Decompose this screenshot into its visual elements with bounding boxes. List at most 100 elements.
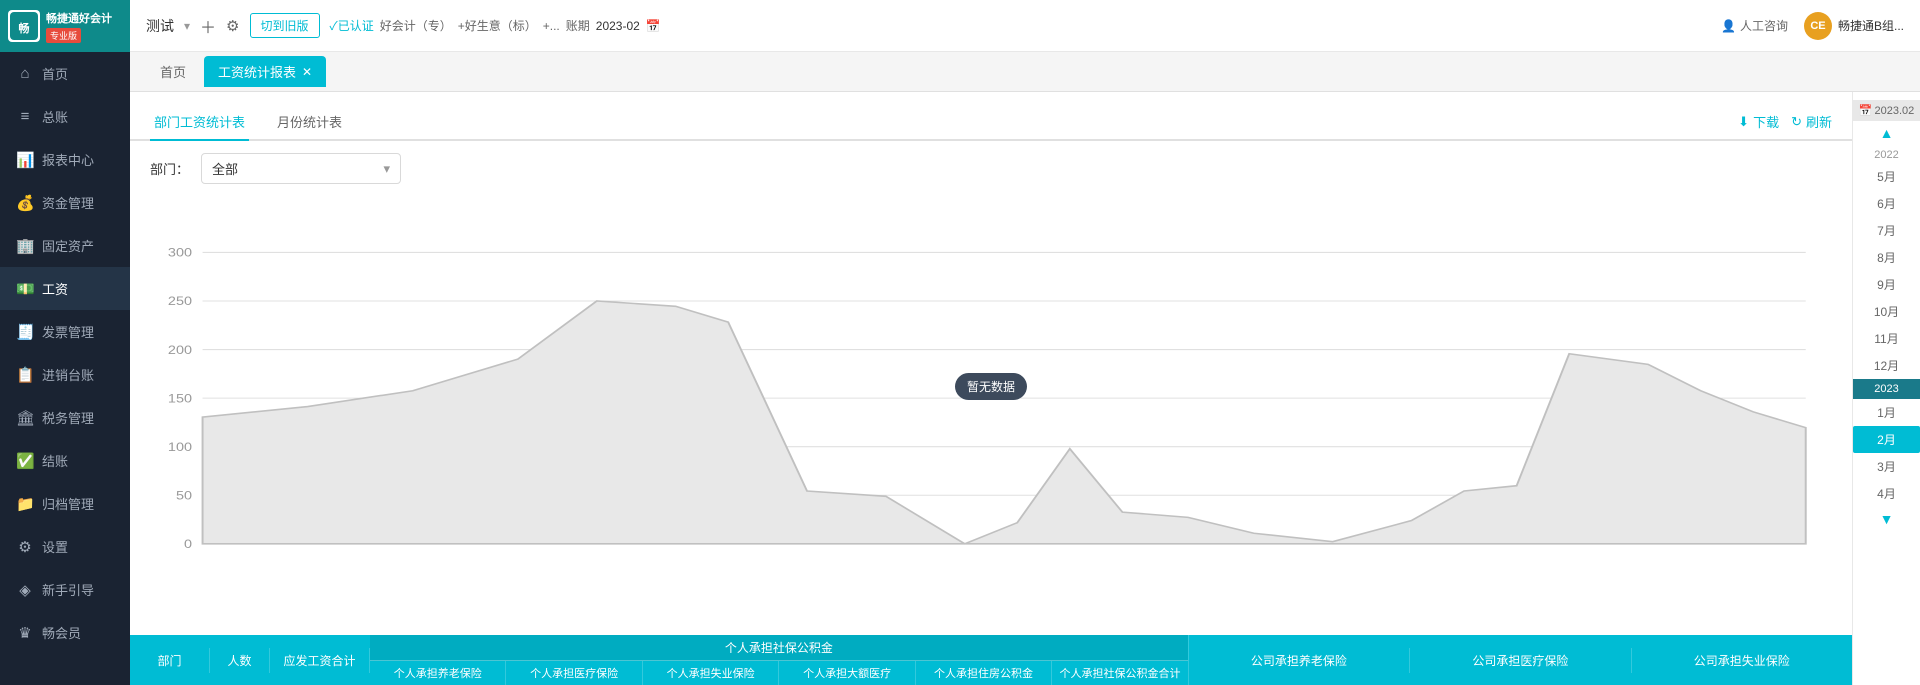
filter-row: 部门： 全部 ▾ [130,141,1852,196]
date-item-mar-2023[interactable]: 3月 [1853,453,1920,480]
reports-icon: 📊 [16,151,34,169]
date-item-jun-2022[interactable]: 6月 [1853,190,1920,217]
sidebar-item-salary[interactable]: 💵 工资 [0,267,130,310]
avatar: CE [1804,12,1832,40]
topbar-right: 👤 人工咨询 CE 畅捷通B组... [1721,12,1904,40]
sub-tab-monthly[interactable]: 月份统计表 [273,104,346,141]
date-item-jan-2023[interactable]: 1月 [1853,399,1920,426]
sub-tab-dept-label: 部门工资统计表 [154,115,245,130]
date-item-jul-2022[interactable]: 7月 [1853,217,1920,244]
member-icon: ♛ [16,624,34,642]
funds-icon: 💰 [16,194,34,212]
more-status: +... [543,19,560,33]
logo-badge: 专业版 [46,28,81,43]
tab-home[interactable]: 首页 [146,56,200,87]
col-personal-major-medical: 个人承担大额医疗 [779,661,915,685]
assets-icon: 🏢 [16,237,34,255]
chart-container: 0 50 100 150 200 250 300 暂无数据 [150,206,1832,586]
col-group-cells: 个人承担养老保险 个人承担医疗保险 个人承担失业保险 个人承担大额医疗 个人承担… [370,661,1188,685]
col-company-unemployment: 公司承担失业保险 [1632,648,1852,673]
sidebar-label-invoice: 发票管理 [42,322,94,341]
col-personal-medical: 个人承担医疗保险 [506,661,642,685]
sub-tab-dept[interactable]: 部门工资统计表 [150,104,249,141]
date-item-nov-2022[interactable]: 11月 [1853,325,1920,352]
refresh-button[interactable]: ↻ 刷新 [1791,112,1832,131]
dept-select[interactable]: 全部 ▾ [201,153,401,184]
refresh-label: 刷新 [1806,112,1832,131]
logo-text-block: 畅捷通好会计 专业版 [46,10,112,43]
user-menu[interactable]: CE 畅捷通B组... [1804,12,1904,40]
tab-bar: 首页 工资统计报表 ✕ [130,52,1920,92]
sidebar-item-funds[interactable]: 💰 资金管理 [0,181,130,224]
date-item-aug-2022[interactable]: 8月 [1853,244,1920,271]
date-nav-up-button[interactable]: ▲ [1853,121,1920,145]
col-personal-total: 个人承担社保公积金合计 [1052,661,1187,685]
date-item-apr-2023[interactable]: 4月 [1853,480,1920,507]
switch-to-old-button[interactable]: 切到旧版 [250,13,320,38]
col-dept: 部门 [130,648,210,673]
svg-text:畅: 畅 [19,21,30,35]
date-item-dec-2022[interactable]: 12月 [1853,352,1920,379]
download-button[interactable]: ⬇ 下载 [1738,112,1779,131]
help-button[interactable]: 👤 人工咨询 [1721,17,1788,34]
col-company-pension: 公司承担养老保险 [1189,648,1410,673]
sidebar-item-sales[interactable]: 📋 进销台账 [0,353,130,396]
user-name: 畅捷通B组... [1838,17,1904,34]
sidebar-item-ledger[interactable]: ≡ 总账 [0,95,130,138]
sidebar-label-member: 畅会员 [42,623,81,642]
date-nav-down-button[interactable]: ▼ [1853,507,1920,531]
sidebar-label-reports: 报表中心 [42,150,94,169]
svg-text:250: 250 [168,295,192,308]
col-company-medical: 公司承担医疗保险 [1410,648,1631,673]
sidebar-label-assets: 固定资产 [42,236,94,255]
logo-title: 畅捷通好会计 [46,10,112,26]
salary-icon: 💵 [16,280,34,298]
year-2022-label: 2022 [1874,145,1898,163]
company-dropdown-arrow[interactable]: ▾ [184,19,190,33]
help-icon: 👤 [1721,19,1736,33]
sidebar-item-guide[interactable]: ◈ 新手引导 [0,568,130,611]
col-personal-housing-fund: 个人承担住房公积金 [916,661,1052,685]
sidebar-label-archive: 归档管理 [42,494,94,513]
dept-filter-label: 部门： [150,159,189,178]
sidebar-label-settle: 结账 [42,451,68,470]
sidebar-item-assets[interactable]: 🏢 固定资产 [0,224,130,267]
sidebar-item-archive[interactable]: 📁 归档管理 [0,482,130,525]
tab-salary-report[interactable]: 工资统计报表 ✕ [204,56,326,87]
calendar-icon[interactable]: 📅 [646,19,661,33]
sidebar-item-settings[interactable]: ⚙ 设置 [0,525,130,568]
tab-close-icon[interactable]: ✕ [302,65,312,79]
sidebar-label-home: 首页 [42,64,68,83]
col-personal-unemployment: 个人承担失业保险 [643,661,779,685]
no-data-tooltip: 暂无数据 [955,373,1027,400]
gear-button[interactable]: ⚙ [226,17,239,35]
help-label: 人工咨询 [1740,17,1788,34]
date-item-may-2022[interactable]: 5月 [1853,163,1920,190]
period-label: 账期 [566,17,590,34]
add-button[interactable]: ＋ [200,14,216,38]
sidebar-item-tax[interactable]: 🏛 税务管理 [0,396,130,439]
date-header: 📅 2023.02 [1853,100,1920,121]
content-area: 部门工资统计表 月份统计表 ⬇ 下载 ↻ 刷新 [130,92,1920,685]
refresh-icon: ↻ [1791,114,1802,130]
guide-icon: ◈ [16,581,34,599]
date-panel: 📅 2023.02 ▲ 2022 5月 6月 7月 8月 9月 10月 11月 … [1852,92,1920,685]
download-icon: ⬇ [1738,114,1749,130]
svg-text:150: 150 [168,392,192,405]
ledger-icon: ≡ [16,108,34,125]
sidebar: 畅 畅捷通好会计 专业版 ⌂ 首页 ≡ 总账 📊 报表中心 💰 资金管理 🏢 固… [0,0,130,685]
date-item-feb-2023[interactable]: 2月 [1853,426,1920,453]
sidebar-label-ledger: 总账 [42,107,68,126]
sidebar-item-invoice[interactable]: 🧾 发票管理 [0,310,130,353]
verified-status: ✓已认证 [330,17,374,34]
sidebar-item-reports[interactable]: 📊 报表中心 [0,138,130,181]
col-group-personal-insurance: 个人承担社保公积金 个人承担养老保险 个人承担医疗保险 个人承担失业保险 个人承… [370,635,1189,685]
sidebar-item-home[interactable]: ⌂ 首页 [0,52,130,95]
sidebar-item-settle[interactable]: ✅ 结账 [0,439,130,482]
date-item-oct-2022[interactable]: 10月 [1853,298,1920,325]
sidebar-item-member[interactable]: ♛ 畅会员 [0,611,130,654]
settle-icon: ✅ [16,452,34,470]
invoice-icon: 🧾 [16,323,34,341]
chart-area: 0 50 100 150 200 250 300 暂无数据 [130,196,1852,635]
date-item-sep-2022[interactable]: 9月 [1853,271,1920,298]
